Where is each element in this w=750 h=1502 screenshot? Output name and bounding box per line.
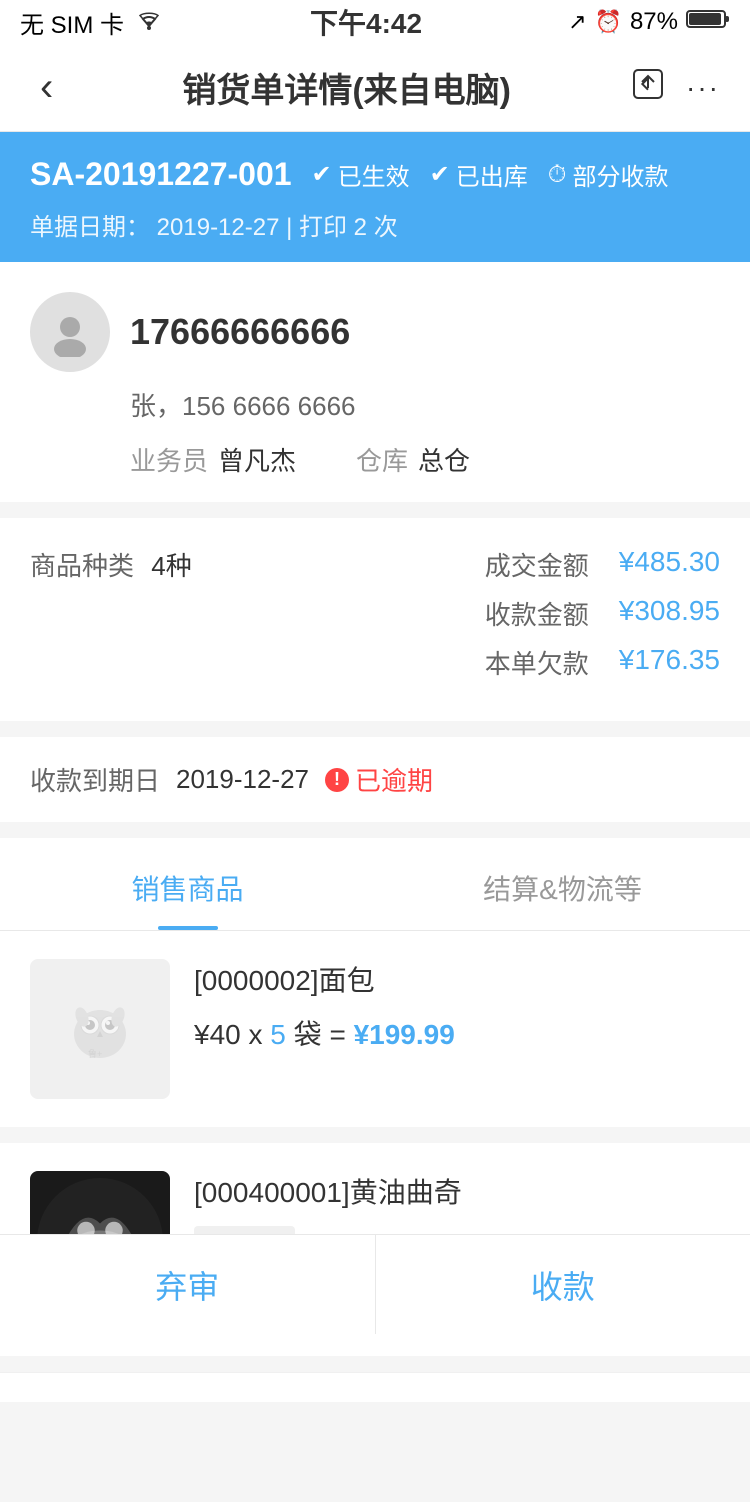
due-section: 收款到期日 2019-12-27 ! 已逾期 (0, 737, 750, 822)
wifi-icon (134, 8, 164, 37)
tabs-section: 销售商品 结算&物流等 (0, 838, 750, 931)
product-item-partial (0, 1372, 750, 1402)
product-name-2: [000400001]黄油曲奇 (194, 1171, 720, 1211)
svg-text:鲁+: 鲁+ (88, 1048, 102, 1059)
header-date: 单据日期： 2019-12-27 | 打印 2 次 (30, 207, 720, 242)
summary-left: 商品种类 4种 (30, 546, 192, 583)
order-id: SA-20191227-001 (30, 156, 292, 193)
cancel-review-button[interactable]: 弃审 (0, 1235, 376, 1334)
deal-row: 成交金额 ¥485.30 (485, 546, 720, 583)
avatar (30, 292, 110, 372)
nav-bar: ‹ 销货单详情(来自电脑) ··· (0, 44, 750, 132)
check-active-icon: ✔ (312, 160, 332, 189)
battery-text: 87% (630, 8, 678, 36)
status-partial: ⏱ 部分收款 (548, 157, 669, 192)
customer-meta: 业务员 曾凡杰 仓库 总仓 (130, 441, 720, 478)
customer-section: 17666666666 张，156 6666 6666 业务员 曾凡杰 仓库 总… (0, 262, 750, 502)
carrier-text: 无 SIM 卡 (20, 5, 124, 40)
summary-right: 成交金额 ¥485.30 收款金额 ¥308.95 本单欠款 ¥176.35 (485, 546, 720, 693)
product-price-row-1: ¥40 x 5 袋 = ¥199.99 (194, 1013, 720, 1053)
status-right: ↗ ⏰ 87% (568, 8, 730, 37)
product-info-1: [0000002]面包 ¥40 x 5 袋 = ¥199.99 (194, 959, 720, 1053)
product-image-1: 鲁+ (30, 959, 170, 1099)
location-icon: ↗ (568, 9, 586, 35)
check-shipped-icon: ✔ (430, 160, 450, 189)
alarm-icon: ⏰ (595, 9, 622, 35)
more-icon[interactable]: ··· (686, 72, 720, 104)
share-icon[interactable] (630, 66, 666, 110)
customer-row: 17666666666 (30, 292, 720, 372)
status-active: ✔ 已生效 (312, 157, 410, 192)
status-bar: 无 SIM 卡 下午4:42 ↗ ⏰ 87% (0, 0, 750, 44)
product-name-1: [0000002]面包 (194, 959, 720, 999)
nav-icons: ··· (630, 66, 720, 110)
status-time: 下午4:42 (310, 2, 422, 42)
bottom-bar: 弃审 收款 (0, 1234, 750, 1334)
received-row: 收款金额 ¥308.95 (485, 595, 720, 632)
customer-name-phone: 张，156 6666 6666 (130, 386, 720, 423)
status-shipped: ✔ 已出库 (430, 157, 528, 192)
page-title: 销货单详情(来自电脑) (182, 63, 511, 112)
clock-icon: ⏱ (548, 161, 567, 189)
header-order-row: SA-20191227-001 ✔ 已生效 ✔ 已出库 ⏱ 部分收款 (30, 156, 720, 193)
back-button[interactable]: ‹ (30, 55, 63, 120)
warehouse-meta: 仓库 总仓 (356, 441, 470, 478)
customer-phone: 17666666666 (130, 311, 350, 353)
header-block: SA-20191227-001 ✔ 已生效 ✔ 已出库 ⏱ 部分收款 单据日期：… (0, 132, 750, 262)
summary-section: 商品种类 4种 成交金额 ¥485.30 收款金额 ¥308.95 本单欠款 ¥… (0, 518, 750, 721)
collect-payment-button[interactable]: 收款 (376, 1235, 750, 1334)
overdue-badge: ! 已逾期 (325, 761, 433, 798)
owe-row: 本单欠款 ¥176.35 (485, 644, 720, 681)
overdue-dot-icon: ! (325, 768, 349, 792)
table-row: 鲁+ [0000002]面包 ¥40 x 5 袋 = ¥199.99 (0, 931, 750, 1127)
tab-sales-products[interactable]: 销售商品 (0, 838, 375, 930)
status-left: 无 SIM 卡 (20, 5, 164, 40)
sales-meta: 业务员 曾凡杰 (130, 441, 296, 478)
battery-icon (686, 8, 730, 37)
tab-settlement[interactable]: 结算&物流等 (375, 838, 750, 930)
